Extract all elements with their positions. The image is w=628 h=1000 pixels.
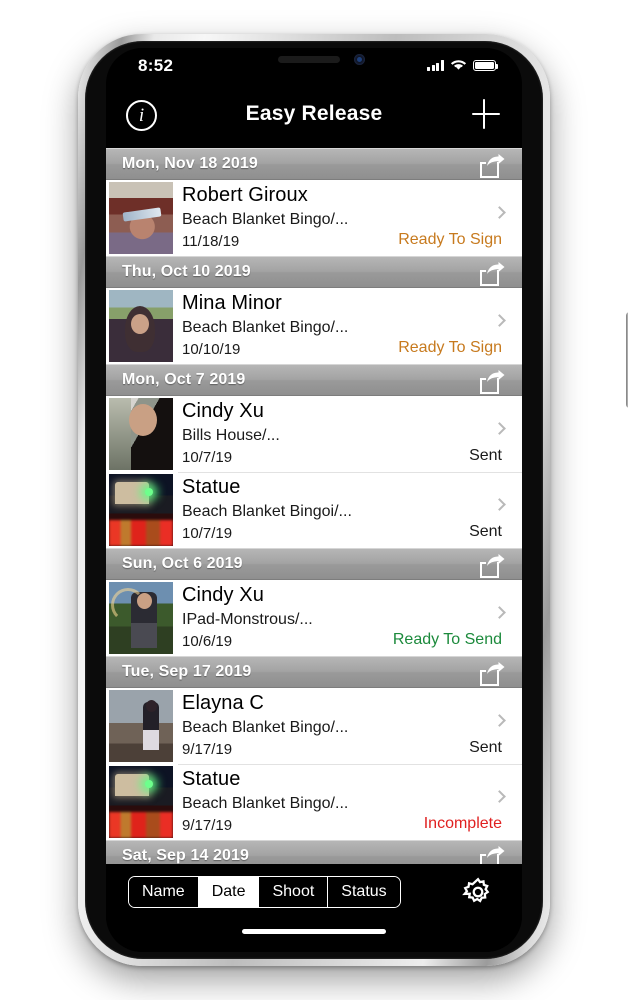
share-icon[interactable]	[480, 845, 506, 864]
row-details: Robert Giroux Beach Blanket Bingo/... 11/1…	[173, 182, 522, 254]
row-divider	[178, 764, 522, 765]
section-date-label: Sun, Oct 6 2019	[122, 555, 243, 572]
share-icon[interactable]	[480, 369, 506, 394]
status-badge: Ready To Sign	[398, 339, 502, 356]
segment-date[interactable]: Date	[197, 877, 259, 907]
section-date-label: Tue, Sep 17 2019	[122, 663, 252, 680]
status-bar-indicators	[427, 59, 499, 71]
person-name: Mina Minor	[182, 292, 282, 314]
row-details: Elayna C Beach Blanket Bingo/... 9/17/19 Se…	[173, 690, 522, 762]
section-header[interactable]: Sun, Oct 6 2019	[106, 548, 522, 580]
page-title: Easy Release	[245, 102, 383, 125]
chevron-right-icon	[493, 498, 506, 511]
status-badge: Ready To Send	[392, 631, 502, 648]
thumbnail-portrait-man-sunglasses	[109, 182, 173, 254]
thumbnail-portrait-woman-field-rainbow	[109, 582, 173, 654]
shoot-name: IPad-Monstrous/...	[182, 611, 313, 628]
status-badge: Sent	[469, 739, 502, 756]
section-header[interactable]: Mon, Oct 7 2019	[106, 364, 522, 396]
wifi-icon	[450, 60, 467, 70]
bottom-toolbar: Name Date Shoot Status	[106, 864, 522, 952]
plus-icon[interactable]	[470, 98, 502, 130]
thumbnail-portrait-woman-outdoors	[109, 290, 173, 362]
navigation-bar: i Easy Release	[106, 86, 522, 148]
row-details: Cindy Xu Bills House/... 10/7/19 Sent	[173, 398, 522, 470]
section-header[interactable]: Tue, Sep 17 2019	[106, 656, 522, 688]
share-icon[interactable]	[480, 553, 506, 578]
battery-full-icon	[473, 59, 499, 71]
chevron-right-icon	[493, 314, 506, 327]
section-date-label: Thu, Oct 10 2019	[122, 263, 251, 280]
sort-segmented-control[interactable]: Name Date Shoot Status	[128, 876, 401, 908]
person-name: Robert Giroux	[182, 184, 308, 206]
phone-screen: 8:52 i Easy Release Mon, Nov 18 2019 Robe…	[106, 48, 522, 952]
release-date: 9/17/19	[182, 741, 233, 758]
status-badge: Sent	[469, 523, 502, 540]
release-date: 10/7/19	[182, 449, 233, 466]
segment-name[interactable]: Name	[129, 877, 198, 907]
person-name: Statue	[182, 768, 241, 790]
person-name: Cindy Xu	[182, 400, 264, 422]
status-badge: Ready To Sign	[398, 231, 502, 248]
row-divider	[178, 472, 522, 473]
gear-icon[interactable]	[462, 876, 494, 908]
screenshot-canvas: 8:52 i Easy Release Mon, Nov 18 2019 Robe…	[0, 0, 628, 1000]
release-date: 9/17/19	[182, 817, 233, 834]
shoot-name: Bills House/...	[182, 427, 280, 444]
status-badge: Incomplete	[423, 815, 502, 832]
section-header[interactable]: Mon, Nov 18 2019	[106, 148, 522, 180]
release-date: 10/6/19	[182, 633, 233, 650]
front-camera-icon	[354, 54, 365, 65]
row-details: Statue Beach Blanket Bingo/... 9/17/19 Inco…	[173, 766, 522, 838]
section-header[interactable]: Sat, Sep 14 2019	[106, 840, 522, 864]
chevron-right-icon	[493, 206, 506, 219]
cellular-bars-icon	[427, 60, 444, 71]
section-date-label: Mon, Nov 18 2019	[122, 155, 258, 172]
shoot-name: Beach Blanket Bingo/...	[182, 211, 349, 228]
chevron-right-icon	[493, 790, 506, 803]
person-name: Statue	[182, 476, 241, 498]
notch	[236, 48, 392, 72]
status-badge: Sent	[469, 447, 502, 464]
section-date-label: Sat, Sep 14 2019	[122, 847, 250, 864]
section-header[interactable]: Thu, Oct 10 2019	[106, 256, 522, 288]
shoot-name: Beach Blanket Bingo/...	[182, 795, 349, 812]
earpiece-speaker	[278, 56, 340, 63]
shoot-name: Beach Blanket Bingoi/...	[182, 503, 352, 520]
thumbnail-monument-night-traffic	[109, 766, 173, 838]
release-date: 10/7/19	[182, 525, 233, 542]
table-row[interactable]: Mina Minor Beach Blanket Bingo/... 10/10/1…	[106, 288, 522, 364]
share-icon[interactable]	[480, 153, 506, 178]
person-name: Cindy Xu	[182, 584, 264, 606]
table-row[interactable]: Cindy Xu IPad-Monstrous/... 10/6/19 Ready T…	[106, 580, 522, 656]
person-name: Elayna C	[182, 692, 264, 714]
shoot-name: Beach Blanket Bingo/...	[182, 319, 349, 336]
segment-status[interactable]: Status	[327, 877, 400, 907]
home-indicator[interactable]	[242, 929, 386, 934]
table-row[interactable]: Cindy Xu Bills House/... 10/7/19 Sent	[106, 396, 522, 472]
release-date: 11/18/19	[182, 233, 240, 250]
chevron-right-icon	[493, 714, 506, 727]
share-icon[interactable]	[480, 261, 506, 286]
table-row[interactable]: Statue Beach Blanket Bingo/... 9/17/19 Inco…	[106, 764, 522, 840]
status-bar-time: 8:52	[138, 56, 174, 75]
release-date: 10/10/19	[182, 341, 241, 358]
chevron-right-icon	[493, 606, 506, 619]
table-row[interactable]: Robert Giroux Beach Blanket Bingo/... 11/1…	[106, 180, 522, 256]
row-details: Cindy Xu IPad-Monstrous/... 10/6/19 Ready T…	[173, 582, 522, 654]
row-details: Statue Beach Blanket Bingoi/... 10/7/19 Sen…	[173, 474, 522, 546]
share-icon[interactable]	[480, 661, 506, 686]
section-date-label: Mon, Oct 7 2019	[122, 371, 246, 388]
thumbnail-portrait-woman-mountain	[109, 690, 173, 762]
thumbnail-portrait-woman-indoors	[109, 398, 173, 470]
segment-shoot[interactable]: Shoot	[258, 877, 328, 907]
table-row[interactable]: Statue Beach Blanket Bingoi/... 10/7/19 Sen…	[106, 472, 522, 548]
chevron-right-icon	[493, 422, 506, 435]
table-row[interactable]: Elayna C Beach Blanket Bingo/... 9/17/19 Se…	[106, 688, 522, 764]
thumbnail-monument-night-traffic	[109, 474, 173, 546]
row-details: Mina Minor Beach Blanket Bingo/... 10/10/1…	[173, 290, 522, 362]
shoot-name: Beach Blanket Bingo/...	[182, 719, 349, 736]
release-list[interactable]: Mon, Nov 18 2019 Robert Giroux Beach Blank…	[106, 148, 522, 864]
